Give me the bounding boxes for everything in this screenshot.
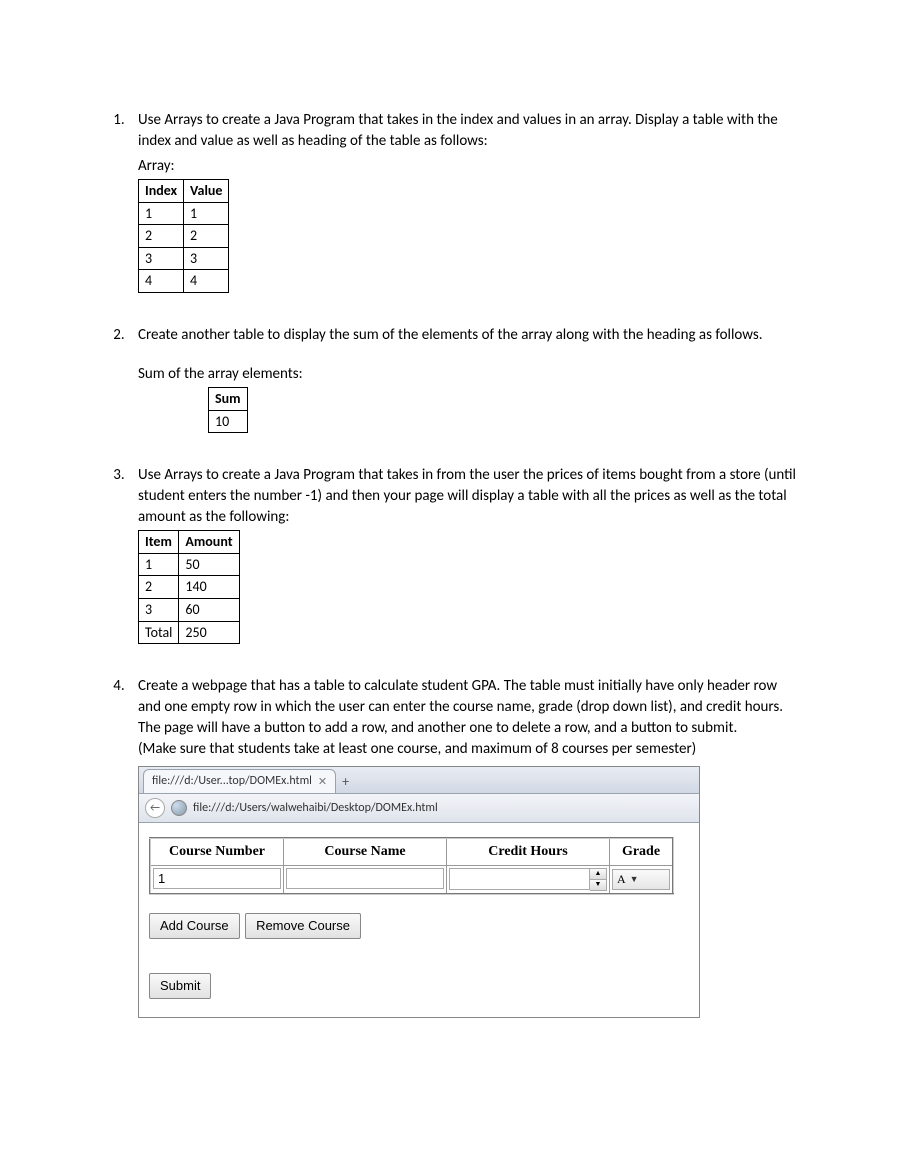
browser-tab[interactable]: file:///d:/User...top/DOMEx.html ✕ [143,769,336,793]
browser-window: file:///d:/User...top/DOMEx.html ✕ + ← f… [138,766,700,1018]
q2-text: Create another table to display the sum … [138,326,763,344]
credit-hours-spinner[interactable]: ▲ ▼ [449,868,607,891]
q1-th-index: Index [139,180,184,203]
chevron-down-icon: ▼ [630,873,639,886]
browser-page: Course Number Course Name Credit Hours G… [139,823,699,1017]
new-tab-button[interactable]: + [342,772,349,794]
spinner-down-icon[interactable]: ▼ [590,880,606,890]
table-row: 360 [139,598,240,621]
spinner-up-icon[interactable]: ▲ [590,869,606,880]
tab-title: file:///d:/User...top/DOMEx.html [152,773,312,790]
q4-text: Create a webpage that has a table to cal… [138,677,783,737]
q1-th-value: Value [184,180,229,203]
question-2: Create another table to display the sum … [128,325,802,433]
question-3: Use Arrays to create a Java Program that… [128,465,802,644]
url-text: file:///d:/Users/walwehaibi/Desktop/DOME… [193,800,438,817]
remove-course-button[interactable]: Remove Course [245,913,361,939]
add-course-button[interactable]: Add Course [149,913,240,939]
table-row: 2140 [139,576,240,599]
q2-sum-label: Sum of the array elements: [138,364,802,385]
grade-value: A [617,871,626,888]
q1-text: Use Arrays to create a Java Program that… [138,111,778,150]
q2-table: Sum 10 [208,387,248,433]
q2-td-sum: 10 [209,410,248,433]
question-1: Use Arrays to create a Java Program that… [128,110,802,293]
question-list: Use Arrays to create a Java Program that… [100,110,802,1018]
table-row: 33 [139,247,229,270]
table-row: 150 [139,553,240,576]
grade-select[interactable]: A ▼ [612,869,670,890]
submit-button[interactable]: Submit [149,973,211,999]
q2-th-sum: Sum [209,387,248,410]
course-number-input[interactable] [153,868,281,889]
q3-th-item: Item [139,531,179,554]
gpa-th-coursenum: Course Number [150,838,284,865]
gpa-table: Course Number Course Name Credit Hours G… [149,837,674,895]
gpa-th-credit: Credit Hours [447,838,610,865]
question-4: Create a webpage that has a table to cal… [128,676,802,1018]
globe-icon [171,800,187,816]
table-row: 11 [139,202,229,225]
q3-table: Item Amount 150 2140 360 Total250 [138,530,240,644]
credit-hours-field[interactable] [449,868,590,890]
table-row: 44 [139,270,229,293]
gpa-row: ▲ ▼ A ▼ [150,865,673,894]
back-button[interactable]: ← [145,798,165,818]
browser-tabbar: file:///d:/User...top/DOMEx.html ✕ + [139,767,699,794]
q4-note: (Make sure that students take at least o… [138,740,696,758]
table-row: 22 [139,225,229,248]
table-row: Total250 [139,621,240,644]
close-icon[interactable]: ✕ [318,774,327,789]
q1-table: Index Value 11 22 33 44 [138,179,229,293]
course-name-input[interactable] [286,868,444,889]
browser-addressbar: ← file:///d:/Users/walwehaibi/Desktop/DO… [139,794,699,823]
gpa-th-grade: Grade [610,838,674,865]
q1-array-label: Array: [138,156,802,177]
gpa-th-coursename: Course Name [284,838,447,865]
q3-text: Use Arrays to create a Java Program that… [138,466,796,526]
q3-th-amount: Amount [179,531,239,554]
